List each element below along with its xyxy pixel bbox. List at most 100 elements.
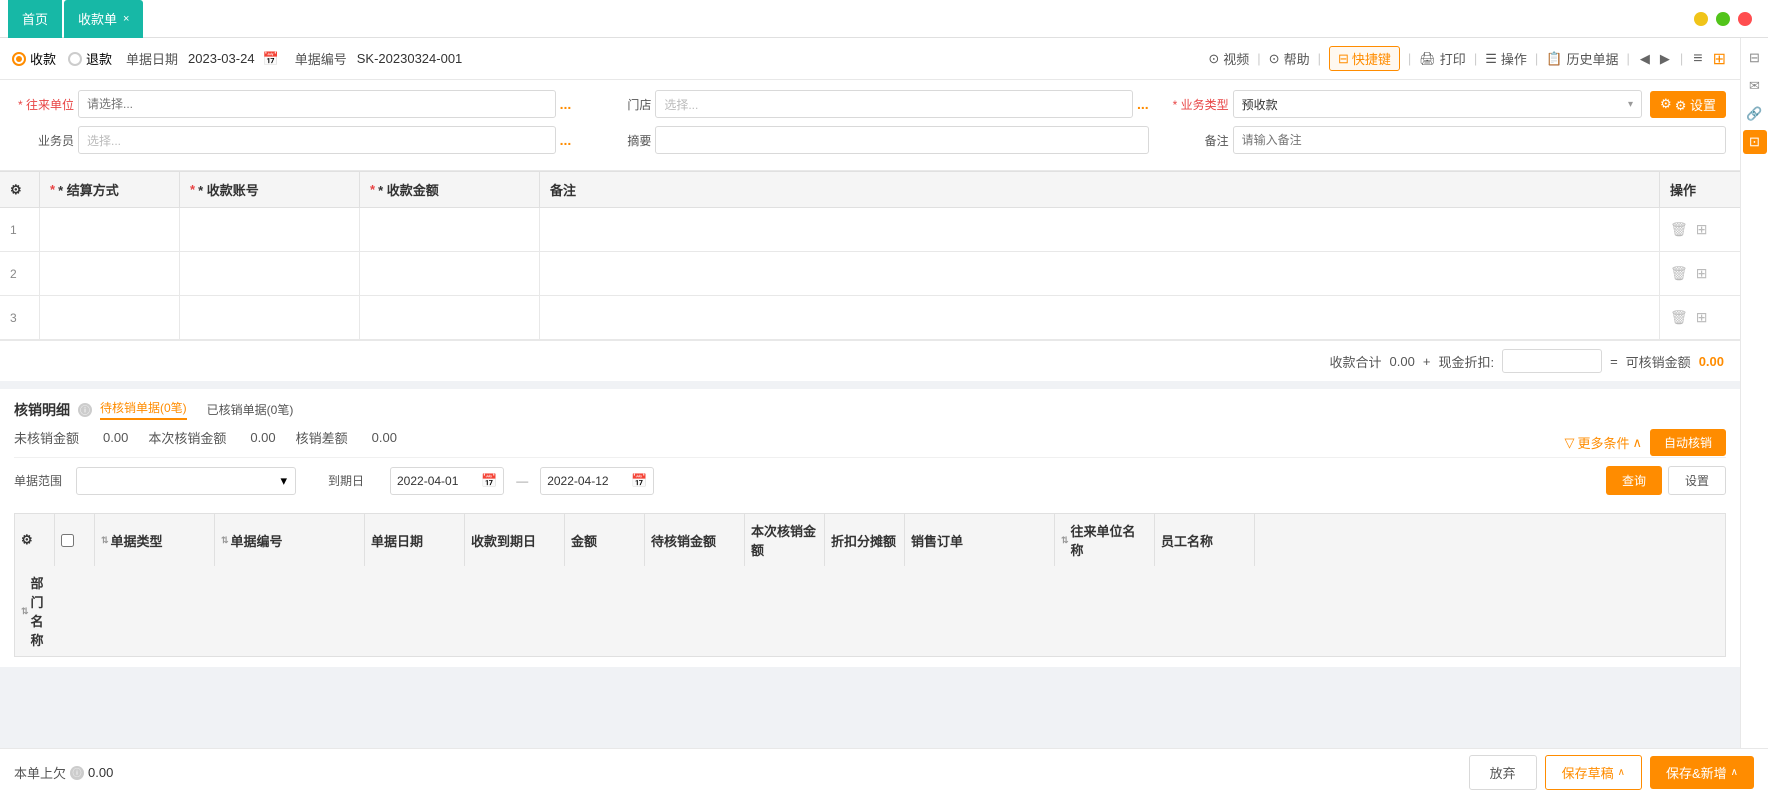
reconcile-info-icon[interactable]: ⓘ [78,403,92,417]
reconcile-settings-btn[interactable]: 设置 [1668,466,1726,495]
nav-left-icon[interactable]: ◀ [1640,51,1650,67]
tab-home[interactable]: 首页 [8,0,62,38]
td-amount-1[interactable] [360,208,540,251]
dth-checkbox[interactable] [55,514,95,566]
td-account-2[interactable] [180,252,360,295]
filter-range-select[interactable]: ▾ [76,467,296,495]
help-action[interactable]: ⊙ 帮助 [1269,49,1310,68]
dth-discount-label: 折扣分摊额 [831,531,896,550]
biz-type-select[interactable]: 预收款 ▾ [1233,90,1642,118]
window-minimize-btn[interactable] [1694,12,1708,26]
tab-close-icon[interactable]: × [123,13,129,25]
td-method-1[interactable] [40,208,180,251]
th-settings[interactable]: ⚙ [0,172,40,207]
radio-receipt[interactable]: 收款 [12,49,56,68]
discard-btn[interactable]: 放弃 [1469,755,1537,790]
delete-row-1-icon[interactable]: 🗑 [1670,221,1688,238]
dth-discount: 折扣分摊额 [825,514,905,566]
bottom-info-icon[interactable]: ⓘ [70,766,84,780]
sep6: | [1626,51,1629,66]
print-icon: 🖨 [1419,51,1436,67]
history-action[interactable]: 📋 历史单据 [1546,49,1618,68]
store-label: 门店 [591,96,651,113]
discount-input[interactable] [1502,349,1602,373]
store-ellipsis[interactable]: ... [1137,96,1149,112]
filter-right: 查询 设置 [1606,466,1726,495]
summary-input[interactable] [655,126,1148,154]
diff-value: 0.00 [372,430,397,445]
select-all-checkbox[interactable] [61,534,74,547]
nav-right-icon[interactable]: ▶ [1660,51,1670,67]
sidebar-mail-icon[interactable]: ✉ [1743,74,1767,98]
remark-section: 备注 [1169,126,1726,154]
td-method-3[interactable] [40,296,180,339]
tab-done[interactable]: 已核销单据(0笔) [207,401,294,418]
td-remark-2[interactable] [540,252,1660,295]
sidebar-table-icon[interactable]: ⊟ [1743,46,1767,70]
uncancelled-value: 0.00 [103,430,128,445]
copy-row-3-icon[interactable]: ⊞ [1696,309,1708,326]
shortcut-btn[interactable]: ⊟ 快捷键 [1329,46,1400,71]
stats-row: 未核销金额 0.00 本次核销金额 0.00 核销差额 0.00 ▽ 更多条件 … [14,428,1726,457]
filter-icon: ▽ [1564,435,1574,451]
section-divider [0,381,1740,389]
th-method-star: * [50,182,55,197]
td-method-2[interactable] [40,252,180,295]
due-date-label: 到期日 [328,472,378,489]
date-from-input[interactable]: 📅 [390,467,504,495]
date-to-input[interactable]: 📅 [540,467,654,495]
delete-row-2-icon[interactable]: 🗑 [1670,265,1688,282]
window-maximize-btn[interactable] [1716,12,1730,26]
form-row-2: 业务员 选择... ... 摘要 备注 [14,126,1726,154]
td-amount-3[interactable] [360,296,540,339]
current-label: 本次核销金额 [148,428,226,447]
radio-refund[interactable]: 退款 [68,49,112,68]
td-remark-3[interactable] [540,296,1660,339]
history-icon: 📋 [1546,51,1562,67]
sep1: | [1257,51,1260,66]
remark-input[interactable] [1233,126,1726,154]
video-action[interactable]: ⊙ 视频 [1208,49,1249,68]
print-action[interactable]: 🖨 打印 [1419,49,1466,68]
staff-ellipsis[interactable]: ... [560,132,572,148]
date-to-field[interactable] [547,474,627,488]
store-select[interactable]: 选择... [655,90,1133,118]
td-amount-2[interactable] [360,252,540,295]
more-filter-btn[interactable]: ▽ 更多条件 ∧ [1564,433,1642,452]
date-from-field[interactable] [397,474,477,488]
reconcile-stats: 未核销金额 0.00 本次核销金额 0.00 核销差额 0.00 [14,428,397,447]
save-new-btn[interactable]: 保存&新增 ∧ [1650,756,1754,789]
party-ellipsis[interactable]: ... [560,96,572,112]
td-remark-1[interactable] [540,208,1660,251]
delete-row-3-icon[interactable]: 🗑 [1670,309,1688,326]
shortcut-label: 快捷键 [1352,49,1391,68]
dth-settings[interactable]: ⚙ [15,514,55,566]
form-settings-btn[interactable]: ⚙ ⚙ 设置 [1650,91,1726,118]
calendar-icon[interactable]: 📅 [263,51,279,67]
td-action-2: 🗑 ⊞ [1660,252,1740,295]
query-btn[interactable]: 查询 [1606,466,1662,495]
grid-icon[interactable]: ⊞ [1713,49,1726,69]
receipt-type-radio-group: 收款 退款 [12,49,112,68]
print-label: 打印 [1440,49,1466,68]
filter-range-label: 单据范围 [14,472,64,489]
copy-row-1-icon[interactable]: ⊞ [1696,221,1708,238]
dth-date-label: 单据日期 [371,531,423,550]
sidebar-attach-icon[interactable]: 🔗 [1743,102,1767,126]
window-close-btn[interactable] [1738,12,1752,26]
operate-icon: ☰ [1485,51,1497,67]
tab-receipt[interactable]: 收款单 × [64,0,143,38]
staff-select[interactable]: 选择... [78,126,556,154]
menu-icon[interactable]: ≡ [1693,50,1702,68]
save-draft-btn[interactable]: 保存草稿 ∧ [1545,755,1642,790]
tab-pending[interactable]: 待核销单据(0笔) [100,399,187,420]
sidebar-expand-icon[interactable]: ⊡ [1743,130,1767,154]
th-remark-label: 备注 [550,180,576,199]
dth-date: 单据日期 [365,514,465,566]
operate-action[interactable]: ☰ 操作 [1485,49,1527,68]
auto-cancel-btn[interactable]: 自动核销 [1650,429,1726,456]
td-account-1[interactable] [180,208,360,251]
td-account-3[interactable] [180,296,360,339]
party-input[interactable] [78,90,556,118]
copy-row-2-icon[interactable]: ⊞ [1696,265,1708,282]
